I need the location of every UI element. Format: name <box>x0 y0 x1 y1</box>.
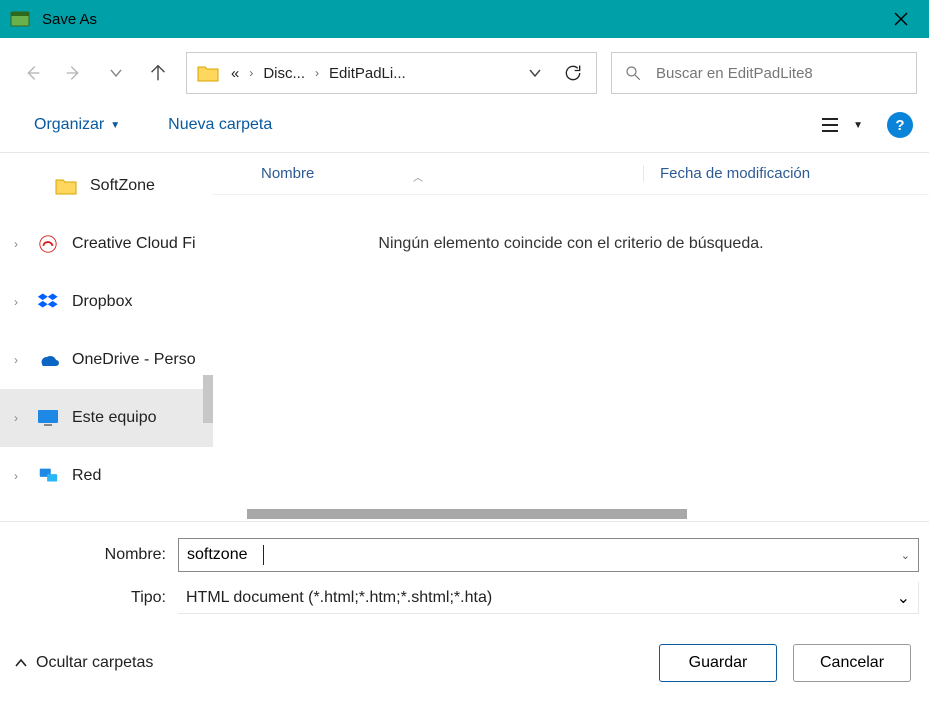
filetype-label: Tipo: <box>10 589 178 607</box>
column-headers: Nombre ︿ Fecha de modificación <box>213 153 929 195</box>
sidebar-item-onedrive[interactable]: › OneDrive - Perso <box>0 331 213 389</box>
column-name[interactable]: Nombre ︿ <box>213 165 643 182</box>
help-button[interactable]: ? <box>887 112 913 138</box>
file-list-pane: Nombre ︿ Fecha de modificación Ningún el… <box>213 153 929 521</box>
creative-cloud-icon <box>36 233 60 255</box>
caret-down-icon: ▼ <box>110 120 120 131</box>
sort-indicator-icon: ︿ <box>413 169 423 184</box>
expand-icon[interactable]: › <box>14 411 30 425</box>
expand-icon[interactable]: › <box>14 237 30 251</box>
sidebar-item-dropbox[interactable]: › Dropbox <box>0 273 213 331</box>
up-button[interactable] <box>144 59 172 87</box>
breadcrumb-overflow[interactable]: « <box>227 65 243 82</box>
sidebar-label: SoftZone <box>90 177 155 195</box>
sidebar-item-network[interactable]: › Red <box>0 447 213 505</box>
folder-icon <box>54 175 78 197</box>
sidebar-item-this-pc[interactable]: › Este equipo <box>0 389 213 447</box>
dropbox-icon <box>36 291 60 313</box>
filetype-select[interactable]: HTML document (*.html;*.htm;*.shtml;*.ht… <box>178 582 919 614</box>
chevron-right-icon: › <box>243 66 259 80</box>
search-box[interactable] <box>611 52 917 94</box>
recent-dropdown[interactable] <box>102 59 130 87</box>
sidebar-label: Red <box>72 467 101 485</box>
expand-icon[interactable]: › <box>14 469 30 483</box>
breadcrumb-item-2[interactable]: EditPadLi... <box>325 65 410 82</box>
save-button[interactable]: Guardar <box>659 644 777 682</box>
cancel-button[interactable]: Cancelar <box>793 644 911 682</box>
filename-label: Nombre: <box>10 546 178 564</box>
breadcrumb-item-1[interactable]: Disc... <box>259 65 309 82</box>
empty-message: Ningún elemento coincide con el criterio… <box>213 195 929 293</box>
sidebar: SoftZone › Creative Cloud Fi › Dropbox ›… <box>0 153 213 521</box>
search-input[interactable] <box>656 65 904 82</box>
window-title: Save As <box>42 11 97 28</box>
nav-row: « › Disc... › EditPadLi... <box>0 38 929 108</box>
expand-icon[interactable]: › <box>14 295 30 309</box>
title-bar: Save As <box>0 0 929 38</box>
chevron-right-icon: › <box>309 66 325 80</box>
refresh-button[interactable] <box>552 63 592 83</box>
filename-dropdown[interactable]: ⌄ <box>893 549 910 562</box>
pc-icon <box>36 407 60 429</box>
search-icon <box>624 64 642 82</box>
sidebar-item-creative-cloud[interactable]: › Creative Cloud Fi <box>0 215 213 273</box>
filename-input-wrap[interactable]: ⌄ <box>178 538 919 572</box>
column-modified[interactable]: Fecha de modificación <box>643 165 830 182</box>
caret-down-icon: ▼ <box>853 120 863 131</box>
network-icon <box>36 465 60 487</box>
folder-icon <box>197 64 219 82</box>
expand-icon[interactable]: › <box>14 353 30 367</box>
toolbar: Organizar ▼ Nueva carpeta ▼ ? <box>0 108 929 152</box>
organize-menu[interactable]: Organizar ▼ <box>28 112 126 138</box>
body: SoftZone › Creative Cloud Fi › Dropbox ›… <box>0 152 929 521</box>
breadcrumb-bar[interactable]: « › Disc... › EditPadLi... <box>186 52 597 94</box>
sidebar-item-softzone[interactable]: SoftZone <box>0 157 213 215</box>
sidebar-scrollbar[interactable] <box>203 375 213 423</box>
hide-folders-toggle[interactable]: Ocultar carpetas <box>14 654 153 672</box>
close-button[interactable] <box>881 0 921 38</box>
chevron-up-icon <box>14 656 28 670</box>
new-folder-button[interactable]: Nueva carpeta <box>162 112 278 138</box>
hide-folders-label: Ocultar carpetas <box>36 654 153 672</box>
filetype-value: HTML document (*.html;*.htm;*.shtml;*.ht… <box>186 589 897 607</box>
sidebar-label: Creative Cloud Fi <box>72 235 196 253</box>
footer: Ocultar carpetas Guardar Cancelar <box>0 624 929 702</box>
view-options-button[interactable]: ▼ <box>821 116 863 134</box>
filetype-dropdown-icon: ⌄ <box>897 588 910 608</box>
sidebar-label: Dropbox <box>72 293 132 311</box>
file-fields: Nombre: ⌄ Tipo: HTML document (*.html;*.… <box>0 521 929 624</box>
app-icon <box>8 7 32 31</box>
onedrive-icon <box>36 349 60 371</box>
sidebar-label: Este equipo <box>72 409 157 427</box>
breadcrumb-dropdown[interactable] <box>518 66 552 80</box>
sidebar-label: OneDrive - Perso <box>72 351 196 369</box>
back-button[interactable] <box>18 59 46 87</box>
horizontal-scrollbar[interactable] <box>247 507 917 521</box>
filename-input[interactable] <box>187 546 263 564</box>
forward-button[interactable] <box>60 59 88 87</box>
organize-label: Organizar <box>34 116 104 134</box>
